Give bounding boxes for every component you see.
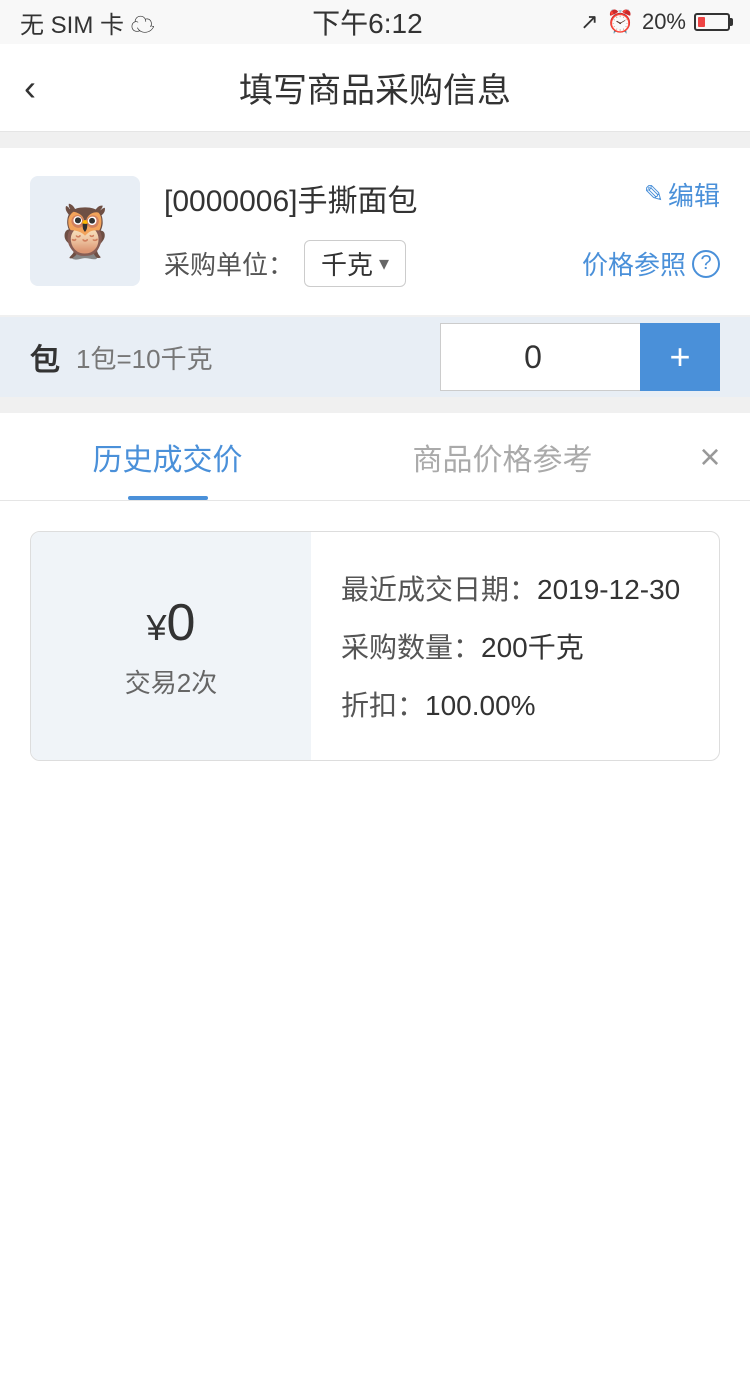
bag-label: 包 bbox=[30, 335, 60, 379]
alarm-icon: ⏰ bbox=[607, 9, 634, 35]
location-icon: ↗ bbox=[580, 9, 598, 35]
status-right: ↗ ⏰ 20% bbox=[580, 9, 730, 35]
tab-product-price[interactable]: 商品价格参考 bbox=[335, 413, 670, 500]
battery-percent: 20% bbox=[642, 9, 686, 35]
bottom-area bbox=[0, 791, 750, 1391]
price-left: ¥0 交易2次 bbox=[31, 532, 311, 760]
status-bar: 无 SIM 卡 ☁ 下午6:12 ↗ ⏰ 20% bbox=[0, 0, 750, 44]
unit-label: 采购单位： bbox=[164, 245, 294, 282]
tab-underline bbox=[128, 496, 208, 500]
price-ref-label: 价格参照 bbox=[582, 245, 686, 282]
unit-row: 采购单位： 千克 ▾ 价格参照 ? bbox=[164, 240, 720, 287]
edit-label: 编辑 bbox=[668, 176, 720, 213]
quantity-input-group: + bbox=[440, 323, 720, 391]
unit-left: 采购单位： 千克 ▾ bbox=[164, 240, 406, 287]
quantity-bar: 包 1包=10千克 + bbox=[0, 317, 750, 397]
quantity-input[interactable] bbox=[440, 323, 640, 391]
purchase-qty-row: 采购数量：200千克 bbox=[341, 626, 689, 666]
price-ref-info-icon: ? bbox=[692, 250, 720, 278]
back-icon: ‹ bbox=[24, 67, 36, 108]
product-logo-icon: 🦉 bbox=[53, 201, 118, 262]
tabs-section: 历史成交价 商品价格参考 × ¥0 交易2次 最近成交日期：2019-12-30… bbox=[0, 413, 750, 791]
dropdown-arrow-icon: ▾ bbox=[379, 251, 389, 276]
status-left: 无 SIM 卡 ☁ bbox=[20, 5, 155, 40]
discount-label: 折扣： bbox=[341, 690, 425, 721]
yen-symbol: ¥ bbox=[147, 607, 167, 648]
tab-history-label: 历史成交价 bbox=[93, 435, 243, 479]
price-right: 最近成交日期：2019-12-30 采购数量：200千克 折扣：100.00% bbox=[311, 532, 719, 760]
purchase-qty-value: 200千克 bbox=[481, 632, 584, 663]
edit-button[interactable]: ✎ 编辑 bbox=[644, 176, 720, 213]
plus-button[interactable]: + bbox=[640, 323, 720, 391]
bag-unit-info: 1包=10千克 bbox=[76, 339, 213, 376]
recent-date-value: 2019-12-30 bbox=[537, 574, 680, 605]
price-ref-button[interactable]: 价格参照 ? bbox=[582, 245, 720, 282]
price-card-container: ¥0 交易2次 最近成交日期：2019-12-30 采购数量：200千克 折扣：… bbox=[0, 501, 750, 791]
tab-product-label: 商品价格参考 bbox=[413, 435, 593, 479]
recent-date-label: 最近成交日期： bbox=[341, 574, 537, 605]
product-header-row: [0000006]手撕面包 ✎ 编辑 bbox=[164, 176, 720, 220]
back-button[interactable]: ‹ bbox=[24, 67, 36, 109]
battery-icon bbox=[694, 13, 730, 31]
trade-count: 交易2次 bbox=[125, 663, 217, 700]
product-detail: [0000006]手撕面包 ✎ 编辑 采购单位： 千克 ▾ 价格参照 ? bbox=[164, 176, 720, 287]
price-card: ¥0 交易2次 最近成交日期：2019-12-30 采购数量：200千克 折扣：… bbox=[30, 531, 720, 761]
discount-row: 折扣：100.00% bbox=[341, 684, 689, 724]
page-title: 填写商品采购信息 bbox=[239, 63, 511, 112]
battery-fill bbox=[698, 17, 705, 27]
tab-close-button[interactable]: × bbox=[670, 436, 750, 478]
header: ‹ 填写商品采购信息 bbox=[0, 44, 750, 132]
product-section: 🦉 [0000006]手撕面包 ✎ 编辑 采购单位： 千克 ▾ 价格参照 ? bbox=[0, 148, 750, 315]
price-display: ¥0 bbox=[147, 593, 196, 653]
purchase-qty-label: 采购数量： bbox=[341, 632, 481, 663]
tabs-header: 历史成交价 商品价格参考 × bbox=[0, 413, 750, 501]
product-name: [0000006]手撕面包 bbox=[164, 176, 417, 220]
price-number: 0 bbox=[167, 594, 196, 652]
product-image: 🦉 bbox=[30, 176, 140, 286]
tab-history-price[interactable]: 历史成交价 bbox=[0, 413, 335, 500]
signal-text: 无 SIM 卡 ☁ bbox=[20, 5, 155, 40]
edit-icon: ✎ bbox=[644, 180, 664, 209]
discount-value: 100.00% bbox=[425, 690, 536, 721]
unit-value: 千克 bbox=[321, 245, 373, 282]
recent-date-row: 最近成交日期：2019-12-30 bbox=[341, 568, 689, 608]
status-time: 下午6:12 bbox=[312, 2, 423, 42]
unit-selector[interactable]: 千克 ▾ bbox=[304, 240, 406, 287]
